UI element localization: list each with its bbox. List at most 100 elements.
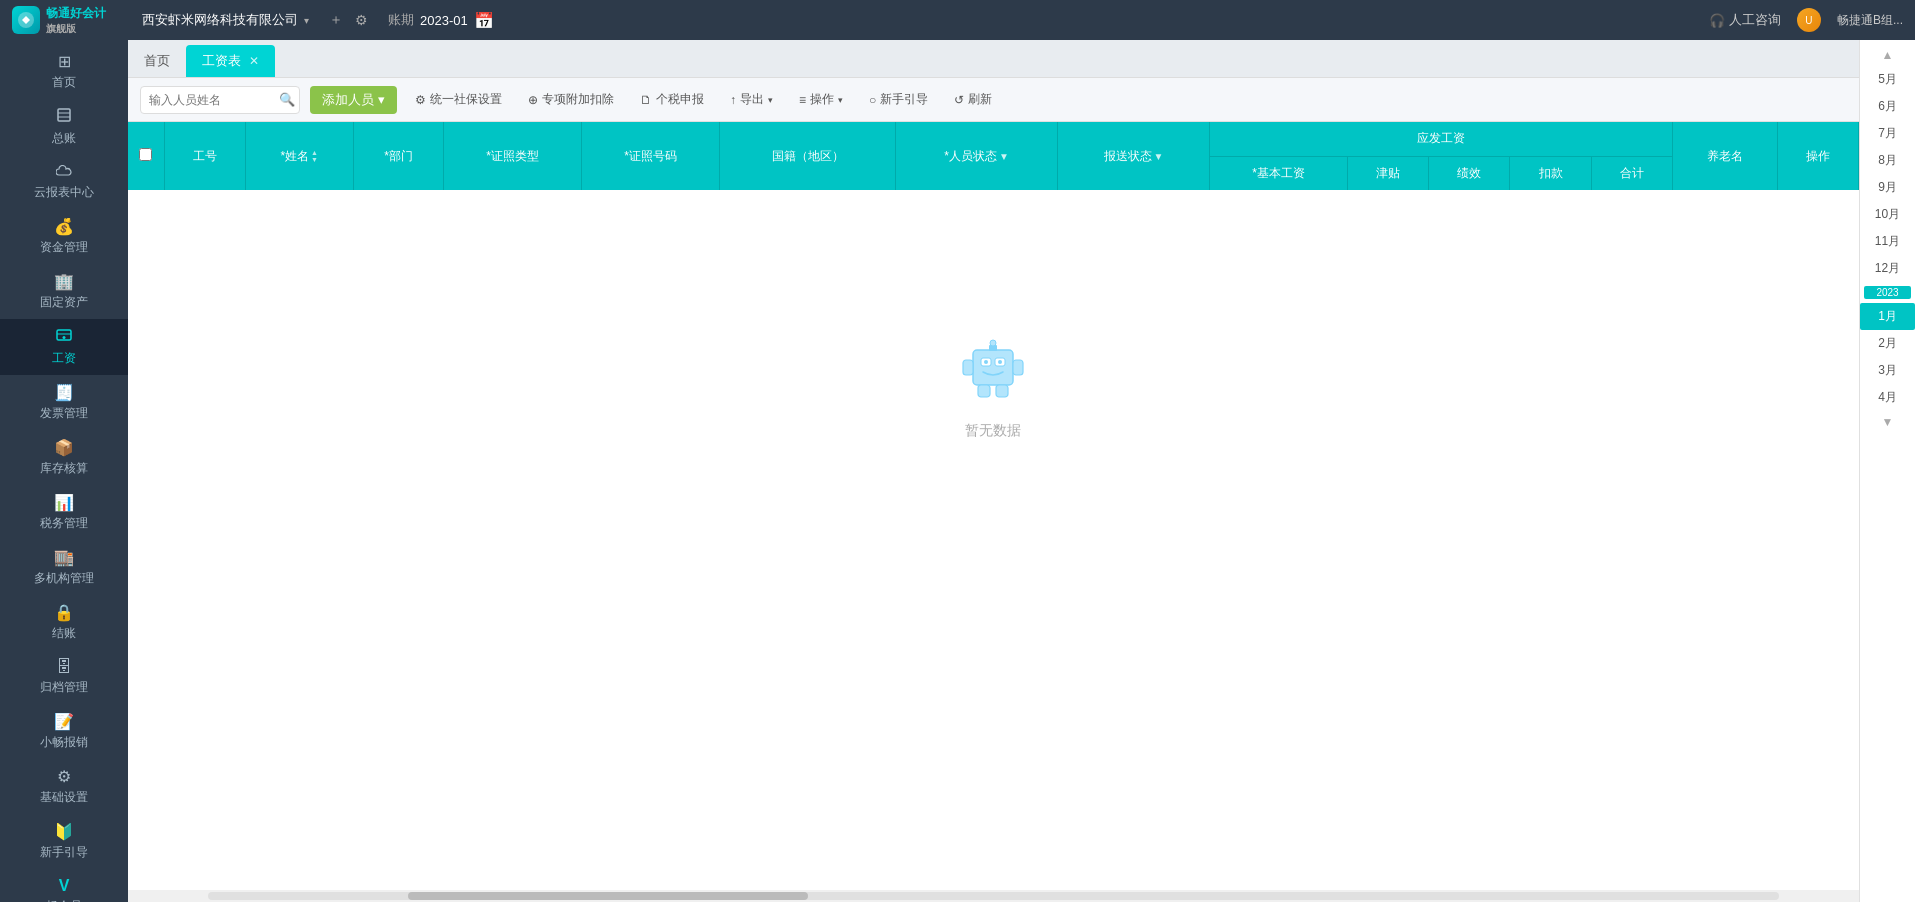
tax-icon: 📊 <box>54 493 74 512</box>
settings-icon[interactable]: ⚙ <box>355 12 368 28</box>
sidebar-item-expense[interactable]: 📝 小畅报销 <box>0 704 128 759</box>
sidebar-item-tax[interactable]: 📊 税务管理 <box>0 485 128 540</box>
month-2022-5[interactable]: 5月 <box>1860 66 1915 93</box>
svg-rect-16 <box>978 385 990 397</box>
sidebar-label-fund: 资金管理 <box>40 239 88 256</box>
sidebar-item-multi-org[interactable]: 🏬 多机构管理 <box>0 540 128 595</box>
header-base-salary: *基本工资 <box>1210 156 1348 190</box>
report-filter-icon[interactable]: ▼ <box>1154 151 1164 162</box>
refresh-label: 刷新 <box>968 91 992 108</box>
header-country: 国籍（地区） <box>720 122 896 190</box>
sidebar-item-invoice[interactable]: 🧾 发票管理 <box>0 375 128 430</box>
social-security-button[interactable]: ⚙ 统一社保设置 <box>407 87 510 112</box>
status-filter-icon[interactable]: ▼ <box>999 151 1009 162</box>
support-label: 人工咨询 <box>1729 11 1781 29</box>
header-performance: 绩效 <box>1429 156 1510 190</box>
avatar: U <box>1797 8 1821 32</box>
refresh-icon: ↺ <box>954 93 964 107</box>
header-total: 合计 <box>1591 156 1672 190</box>
sidebar-item-settings[interactable]: ⚙ 基础设置 <box>0 759 128 814</box>
sidebar-item-guide[interactable]: 🔰 新手引导 <box>0 814 128 869</box>
svg-rect-14 <box>963 360 973 375</box>
scroll-bar-container <box>128 890 1859 902</box>
header-deduction: 扣款 <box>1510 156 1591 190</box>
support-button[interactable]: 🎧 人工咨询 <box>1709 11 1781 29</box>
sidebar: ⊞ 首页 总账 云报表中心 💰 资金管理 🏢 固定资产 工资 <box>0 40 128 902</box>
month-2022-6[interactable]: 6月 <box>1860 93 1915 120</box>
sidebar-item-fund[interactable]: 💰 资金管理 <box>0 209 128 264</box>
company-selector[interactable]: 西安虾米网络科技有限公司 ▾ <box>142 11 309 29</box>
month-2022-9[interactable]: 9月 <box>1860 174 1915 201</box>
year-2023-section: 2023 <box>1860 282 1915 303</box>
empty-state: 暂无数据 <box>128 250 1859 520</box>
month-2023-1[interactable]: 1月 <box>1860 303 1915 330</box>
personal-tax-icon: 🗋 <box>640 93 652 107</box>
nav-down-button[interactable]: ▼ <box>1860 411 1915 433</box>
fund-icon: 💰 <box>54 217 74 236</box>
month-2022-8[interactable]: 8月 <box>1860 147 1915 174</box>
app-logo: 畅通好会计 旗舰版 <box>12 5 132 36</box>
member-icon: V <box>59 877 70 895</box>
add-company-button[interactable]: ＋ <box>329 11 343 29</box>
tab-close-button[interactable]: ✕ <box>249 54 259 68</box>
svg-point-13 <box>990 340 996 346</box>
sidebar-label-ledger: 总账 <box>52 130 76 147</box>
svg-point-10 <box>984 360 988 364</box>
invoice-icon: 🧾 <box>54 383 74 402</box>
sidebar-item-closing[interactable]: 🔒 结账 <box>0 595 128 650</box>
month-2022-10[interactable]: 10月 <box>1860 201 1915 228</box>
svg-rect-17 <box>996 385 1008 397</box>
logo-icon <box>12 6 40 34</box>
sidebar-item-home[interactable]: ⊞ 首页 <box>0 44 128 99</box>
month-2022-11[interactable]: 11月 <box>1860 228 1915 255</box>
month-2022-7[interactable]: 7月 <box>1860 120 1915 147</box>
nav-up-button[interactable]: ▲ <box>1860 44 1915 66</box>
operation-icon: ≡ <box>799 93 806 107</box>
tab-bar: 首页 工资表 ✕ <box>128 40 1859 78</box>
sidebar-item-member[interactable]: V 畅会员 <box>0 869 128 902</box>
sidebar-label-expense: 小畅报销 <box>40 734 88 751</box>
search-input[interactable] <box>149 93 279 107</box>
month-2023-3[interactable]: 3月 <box>1860 357 1915 384</box>
export-button[interactable]: ↑ 导出 ▾ <box>722 87 781 112</box>
social-security-label: 统一社保设置 <box>430 91 502 108</box>
header-emp-id: 工号 <box>164 122 245 190</box>
sidebar-label-closing: 结账 <box>52 625 76 642</box>
month-2023-4[interactable]: 4月 <box>1860 384 1915 411</box>
headset-icon: 🎧 <box>1709 13 1725 28</box>
select-all-checkbox[interactable] <box>139 148 152 161</box>
personal-tax-button[interactable]: 🗋 个税申报 <box>632 87 712 112</box>
tab-salary-label: 工资表 <box>202 52 241 70</box>
special-deduction-button[interactable]: ⊕ 专项附加扣除 <box>520 87 622 112</box>
export-icon: ↑ <box>730 93 736 107</box>
refresh-button[interactable]: ↺ 刷新 <box>946 87 1000 112</box>
guide-toolbar-icon: ○ <box>869 93 876 107</box>
company-name: 西安虾米网络科技有限公司 <box>142 11 298 29</box>
top-header: 畅通好会计 旗舰版 西安虾米网络科技有限公司 ▾ ＋ ⚙ 账期 2023-01 … <box>0 0 1915 40</box>
sidebar-item-inventory[interactable]: 📦 库存核算 <box>0 430 128 485</box>
sidebar-item-archive[interactable]: 🗄 归档管理 <box>0 650 128 704</box>
toolbar: 🔍 添加人员 ▾ ⚙ 统一社保设置 ⊕ 专项附加扣除 🗋 个税申报 ↑ 导出 <box>128 78 1859 122</box>
period-value: 2023-01 <box>420 13 468 28</box>
guide-toolbar-label: 新手引导 <box>880 91 928 108</box>
sidebar-item-cloud-report[interactable]: 云报表中心 <box>0 155 128 209</box>
sidebar-item-ledger[interactable]: 总账 <box>0 99 128 155</box>
sidebar-label-inventory: 库存核算 <box>40 460 88 477</box>
sidebar-label-fixed-assets: 固定资产 <box>40 294 88 311</box>
guide-button[interactable]: ○ 新手引导 <box>861 87 936 112</box>
add-person-button[interactable]: 添加人员 ▾ <box>310 86 397 114</box>
name-sort-icon[interactable]: ▲▼ <box>311 149 318 163</box>
month-2023-2[interactable]: 2月 <box>1860 330 1915 357</box>
tab-home[interactable]: 首页 <box>128 45 186 77</box>
tab-salary-table[interactable]: 工资表 ✕ <box>186 45 275 77</box>
scroll-thumb[interactable] <box>408 892 808 900</box>
sidebar-item-fixed-assets[interactable]: 🏢 固定资产 <box>0 264 128 319</box>
calendar-icon[interactable]: 📅 <box>474 11 494 30</box>
month-2022-12[interactable]: 12月 <box>1860 255 1915 282</box>
year-badge-2023: 2023 <box>1864 286 1911 299</box>
sidebar-label-multi-org: 多机构管理 <box>34 570 94 587</box>
sidebar-item-salary[interactable]: 工资 <box>0 319 128 375</box>
header-status-label: *人员状态 <box>944 148 997 165</box>
header-icons: ＋ ⚙ <box>329 11 368 29</box>
operation-button[interactable]: ≡ 操作 ▾ <box>791 87 851 112</box>
